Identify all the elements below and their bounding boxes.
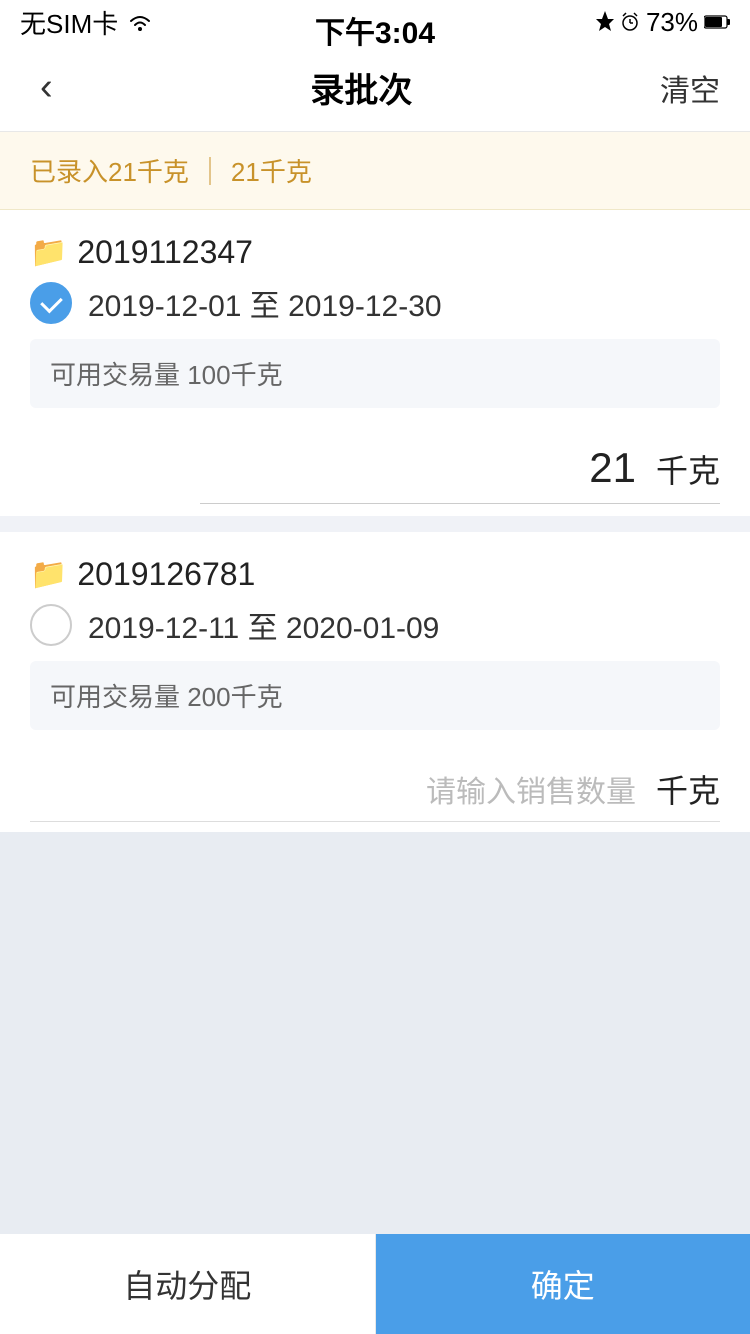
wifi-icon (126, 12, 154, 32)
batch-2-radio[interactable] (30, 604, 72, 646)
card-divider (0, 516, 750, 532)
batch-2-id: 2019126781 (77, 556, 255, 593)
page-title: 录批次 (310, 63, 412, 112)
batch-1-radio[interactable] (30, 282, 72, 324)
batch-1-qty-line (200, 503, 720, 504)
batch-1-icon: 📁 (30, 235, 67, 270)
batch-1-qty-value: 21 (589, 444, 636, 492)
alarm-icon (620, 12, 640, 32)
batch-2-input-unit: 千克 (656, 766, 720, 812)
auto-distribute-button[interactable]: 自动分配 (0, 1234, 376, 1334)
batch-2-input-placeholder[interactable]: 请输入销售数量 (30, 767, 636, 811)
battery-icon (704, 15, 730, 29)
location-icon (596, 11, 614, 33)
back-button[interactable]: ‹ (30, 56, 63, 119)
batch-2-icon: 📁 (30, 557, 67, 592)
batch-1-id: 2019112347 (77, 234, 253, 271)
batch-card-2: 📁 2019126781 2019-12-11 至 2020-01-09 可用交… (0, 532, 750, 832)
recorded-value: 21千克 (231, 152, 312, 189)
batch-card-1: 📁 2019112347 2019-12-01 至 2019-12-30 可用交… (0, 210, 750, 516)
batch-1-available: 可用交易量 100千克 (30, 339, 720, 408)
nav-bar: ‹ 录批次 清空 (0, 44, 750, 132)
status-bar: 无SIM卡 下午3:04 73% (0, 0, 750, 44)
battery-label: 73% (646, 7, 698, 38)
batch-2-available: 可用交易量 200千克 (30, 661, 720, 730)
batch-1-header: 📁 2019112347 (0, 210, 750, 281)
status-left: 无SIM卡 (20, 4, 154, 41)
batch-2-header: 📁 2019126781 (0, 532, 750, 603)
batch-2-date: 2019-12-11 至 2020-01-09 (88, 603, 439, 647)
bottom-bar: 自动分配 确定 (0, 1234, 750, 1334)
carrier-label: 无SIM卡 (20, 4, 118, 41)
empty-area (0, 832, 750, 1292)
status-time: 下午3:04 (315, 8, 435, 52)
batch-1-date-row: 2019-12-01 至 2019-12-30 (0, 281, 750, 325)
batch-2-underline (30, 821, 720, 822)
status-right: 73% (596, 7, 730, 38)
info-banner: 已录入21千克 21千克 (0, 132, 750, 210)
banner-divider (209, 157, 211, 185)
batch-2-date-row: 2019-12-11 至 2020-01-09 (0, 603, 750, 647)
confirm-button[interactable]: 确定 (376, 1234, 750, 1334)
recorded-label: 已录入21千克 (30, 152, 189, 189)
batch-1-quantity-row: 21 千克 (0, 424, 750, 516)
batch-2-input-row[interactable]: 请输入销售数量 千克 (0, 746, 750, 832)
batch-1-date: 2019-12-01 至 2019-12-30 (88, 281, 442, 325)
clear-button[interactable]: 清空 (660, 66, 720, 110)
batch-1-qty-unit: 千克 (656, 446, 720, 492)
